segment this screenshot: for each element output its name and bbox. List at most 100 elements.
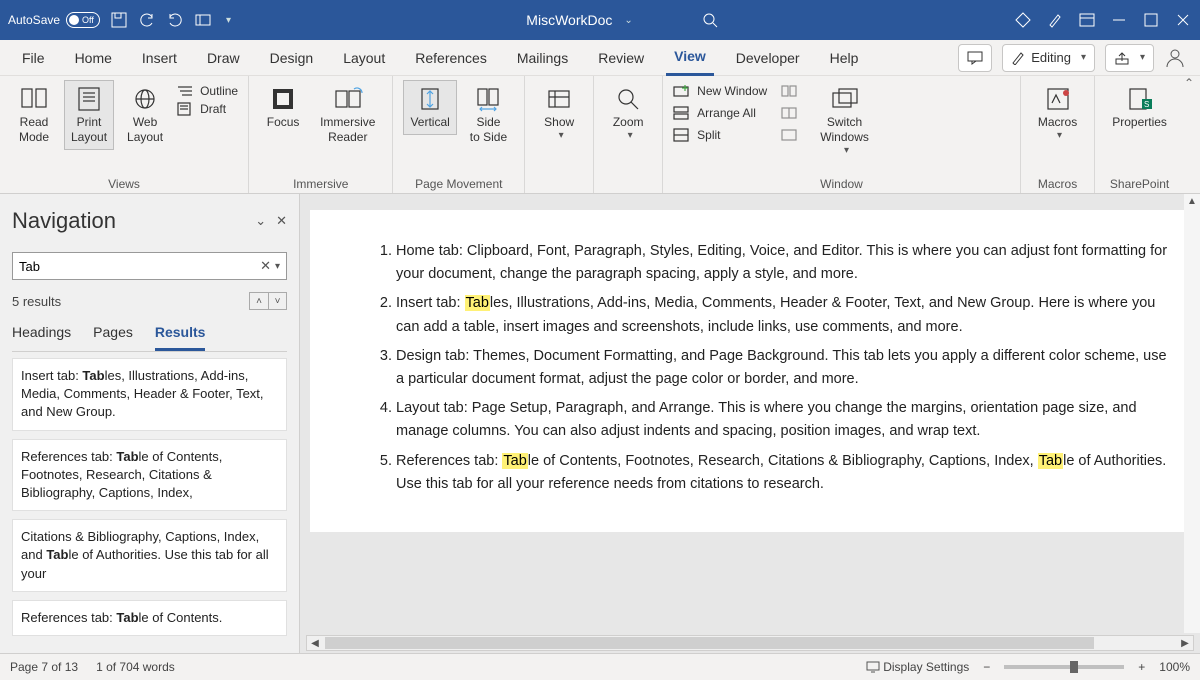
nav-search-input[interactable] bbox=[19, 259, 260, 274]
autosave-toggle[interactable]: Off bbox=[66, 12, 100, 28]
zoom-button[interactable]: Zoom▾ bbox=[604, 80, 652, 148]
group-sharepoint: SProperties SharePoint bbox=[1095, 76, 1184, 193]
macros-button[interactable]: Macros▾ bbox=[1031, 80, 1084, 148]
group-zoom: Zoom▾ bbox=[594, 76, 663, 193]
editing-mode-button[interactable]: Editing▾ bbox=[1002, 44, 1095, 72]
content-area: Navigation ⌄ ✕ ✕ ▾ 5 results ˄˅ Headings… bbox=[0, 194, 1200, 653]
result-item[interactable]: Citations & Bibliography, Captions, Inde… bbox=[12, 519, 287, 592]
next-result-icon[interactable]: ˅ bbox=[268, 293, 286, 309]
web-layout-button[interactable]: WebLayout bbox=[120, 80, 170, 150]
brush-icon[interactable] bbox=[1046, 11, 1064, 29]
sync-scroll-button[interactable] bbox=[781, 106, 799, 120]
group-page-movement: Vertical Sideto Side Page Movement bbox=[393, 76, 525, 193]
menu-tabs: File Home Insert Draw Design Layout Refe… bbox=[0, 40, 1200, 76]
tab-references[interactable]: References bbox=[407, 40, 495, 76]
result-list: Insert tab: Tables, Illustrations, Add-i… bbox=[12, 358, 287, 653]
status-page[interactable]: Page 7 of 13 bbox=[10, 660, 78, 674]
status-bar: Page 7 of 13 1 of 704 words Display Sett… bbox=[0, 653, 1200, 680]
minimize-icon[interactable] bbox=[1110, 11, 1128, 29]
result-nav-arrows[interactable]: ˄˅ bbox=[249, 292, 287, 310]
split-button[interactable]: Split bbox=[673, 128, 767, 142]
navtab-results[interactable]: Results bbox=[155, 324, 206, 351]
nav-close-icon[interactable]: ✕ bbox=[276, 213, 287, 229]
nav-dropdown-icon[interactable]: ⌄ bbox=[255, 213, 266, 229]
diamond-icon[interactable] bbox=[1014, 11, 1032, 29]
clear-icon[interactable]: ✕ bbox=[260, 258, 271, 274]
share-button[interactable]: ▾ bbox=[1105, 44, 1154, 72]
document-page[interactable]: Home tab: Clipboard, Font, Paragraph, St… bbox=[310, 210, 1190, 532]
show-button[interactable]: Show▾ bbox=[535, 80, 583, 148]
navtab-pages[interactable]: Pages bbox=[93, 324, 133, 351]
navigation-pane: Navigation ⌄ ✕ ✕ ▾ 5 results ˄˅ Headings… bbox=[0, 194, 300, 653]
document-list-item: Layout tab: Page Setup, Paragraph, and A… bbox=[396, 397, 1168, 443]
document-area: ▲ Home tab: Clipboard, Font, Paragraph, … bbox=[300, 194, 1200, 653]
zoom-slider[interactable] bbox=[1004, 665, 1124, 669]
result-item[interactable]: Insert tab: Tables, Illustrations, Add-i… bbox=[12, 358, 287, 431]
tab-developer[interactable]: Developer bbox=[728, 40, 808, 76]
display-settings-button[interactable]: Display Settings bbox=[866, 660, 969, 674]
chevron-down-icon[interactable]: ⌄ bbox=[624, 15, 632, 26]
tab-help[interactable]: Help bbox=[822, 40, 867, 76]
ribbon: ReadMode PrintLayout WebLayout Outline D… bbox=[0, 76, 1200, 194]
document-title[interactable]: MiscWorkDoc bbox=[526, 12, 612, 28]
view-side-button[interactable] bbox=[781, 84, 799, 98]
status-words[interactable]: 1 of 704 words bbox=[96, 660, 175, 674]
result-item[interactable]: References tab: Table of Contents, Footn… bbox=[12, 439, 287, 512]
result-count: 5 results bbox=[12, 294, 61, 309]
group-views: ReadMode PrintLayout WebLayout Outline D… bbox=[0, 76, 249, 193]
navigation-title: Navigation bbox=[12, 208, 116, 234]
chevron-down-icon[interactable]: ▾ bbox=[275, 261, 280, 272]
outline-button[interactable]: Outline bbox=[176, 84, 238, 98]
new-window-button[interactable]: New Window bbox=[673, 84, 767, 98]
group-macros: Macros▾ Macros bbox=[1021, 76, 1095, 193]
tab-layout[interactable]: Layout bbox=[335, 40, 393, 76]
switch-windows-button[interactable]: SwitchWindows▾ bbox=[813, 80, 876, 163]
horizontal-scrollbar[interactable]: ◀▶ bbox=[306, 635, 1194, 651]
document-list-item: Insert tab: Tables, Illustrations, Add-i… bbox=[396, 292, 1168, 338]
svg-text:S: S bbox=[1144, 100, 1149, 109]
properties-button[interactable]: SProperties bbox=[1105, 80, 1174, 135]
immersive-reader-button[interactable]: ImmersiveReader bbox=[313, 80, 382, 150]
tab-draw[interactable]: Draw bbox=[199, 40, 248, 76]
qat-icon[interactable] bbox=[194, 11, 212, 29]
vertical-scrollbar[interactable]: ▲ bbox=[1184, 194, 1200, 633]
search-icon[interactable] bbox=[701, 11, 719, 29]
redo-icon[interactable] bbox=[166, 11, 184, 29]
vertical-button[interactable]: Vertical bbox=[403, 80, 456, 135]
arrange-all-button[interactable]: Arrange All bbox=[673, 106, 767, 120]
zoom-plus-icon[interactable]: + bbox=[1138, 660, 1145, 674]
tab-design[interactable]: Design bbox=[262, 40, 322, 76]
side-to-side-button[interactable]: Sideto Side bbox=[463, 80, 514, 150]
read-mode-button[interactable]: ReadMode bbox=[10, 80, 58, 150]
tab-home[interactable]: Home bbox=[67, 40, 120, 76]
autosave-control[interactable]: AutoSave Off bbox=[8, 12, 100, 28]
close-icon[interactable] bbox=[1174, 11, 1192, 29]
print-layout-button[interactable]: PrintLayout bbox=[64, 80, 114, 150]
draft-button[interactable]: Draft bbox=[176, 102, 238, 116]
save-icon[interactable] bbox=[110, 11, 128, 29]
window-icon[interactable] bbox=[1078, 11, 1096, 29]
group-show: Show▾ bbox=[525, 76, 594, 193]
comments-button[interactable] bbox=[958, 44, 992, 72]
tab-mailings[interactable]: Mailings bbox=[509, 40, 576, 76]
undo-icon[interactable] bbox=[138, 11, 156, 29]
result-item[interactable]: References tab: Table of Contents. bbox=[12, 600, 287, 636]
tab-review[interactable]: Review bbox=[590, 40, 652, 76]
collapse-ribbon-icon[interactable]: ⌃ bbox=[1184, 76, 1200, 193]
account-icon[interactable] bbox=[1164, 47, 1186, 69]
tab-view[interactable]: View bbox=[666, 40, 714, 76]
focus-button[interactable]: Focus bbox=[259, 80, 307, 135]
document-list-item: Home tab: Clipboard, Font, Paragraph, St… bbox=[396, 240, 1168, 286]
maximize-icon[interactable] bbox=[1142, 11, 1160, 29]
navtab-headings[interactable]: Headings bbox=[12, 324, 71, 351]
titlebar: AutoSave Off ▾ MiscWorkDoc ⌄ bbox=[0, 0, 1200, 40]
tab-file[interactable]: File bbox=[14, 40, 53, 76]
document-list-item: Design tab: Themes, Document Formatting,… bbox=[396, 345, 1168, 391]
document-list-item: References tab: Table of Contents, Footn… bbox=[396, 450, 1168, 496]
zoom-value[interactable]: 100% bbox=[1159, 660, 1190, 674]
zoom-minus-icon[interactable]: − bbox=[983, 660, 990, 674]
prev-result-icon[interactable]: ˄ bbox=[250, 293, 268, 309]
nav-search-box[interactable]: ✕ ▾ bbox=[12, 252, 287, 280]
tab-insert[interactable]: Insert bbox=[134, 40, 185, 76]
reset-position-button[interactable] bbox=[781, 128, 799, 142]
